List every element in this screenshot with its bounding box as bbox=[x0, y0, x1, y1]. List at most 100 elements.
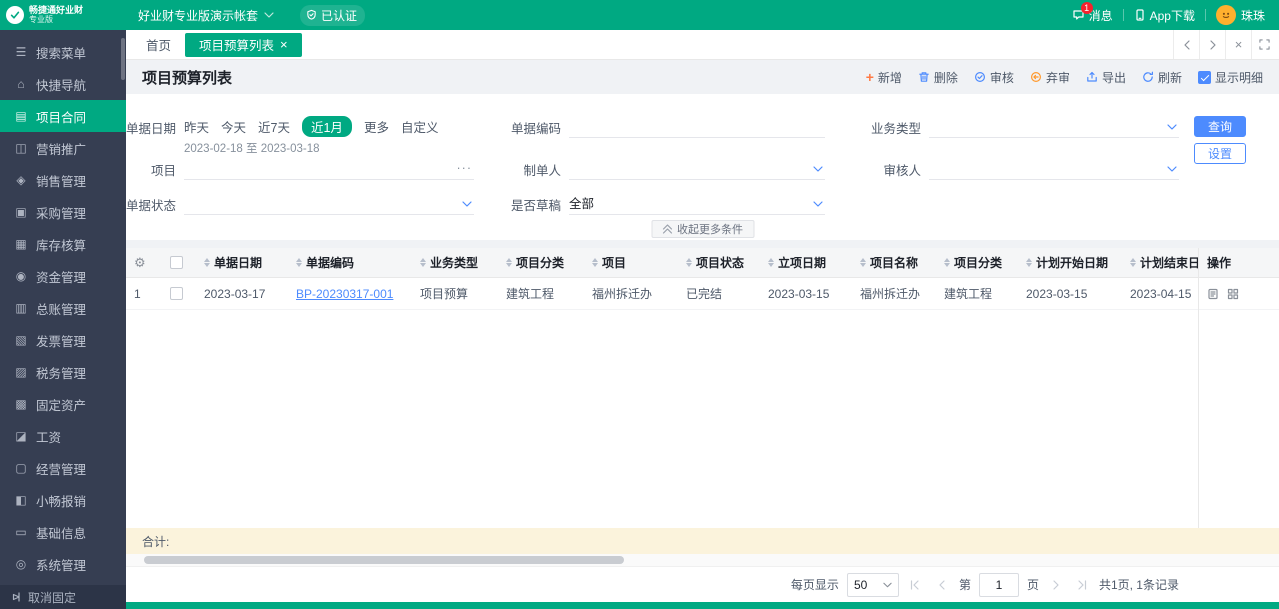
sort-icon[interactable] bbox=[944, 258, 950, 267]
sidebar-item-fixed-assets[interactable]: ▩ 固定资产 bbox=[0, 388, 126, 420]
export-button[interactable]: 导出 bbox=[1086, 69, 1126, 86]
col-plan-start[interactable]: 计划开始日期 bbox=[1018, 254, 1122, 271]
sidebar-item-sales[interactable]: ◈ 销售管理 bbox=[0, 164, 126, 196]
unaudit-button[interactable]: 弃审 bbox=[1030, 69, 1070, 86]
sidebar-item-marketing[interactable]: ◫ 营销推广 bbox=[0, 132, 126, 164]
tab-scroll-right-button[interactable] bbox=[1199, 30, 1225, 59]
sidebar-item-reimburse[interactable]: ◧ 小畅报销 bbox=[0, 484, 126, 516]
ellipsis-picker-icon[interactable]: ··· bbox=[457, 161, 473, 175]
col-proj-status[interactable]: 项目状态 bbox=[678, 254, 760, 271]
sort-icon[interactable] bbox=[204, 258, 210, 267]
scrollbar-thumb[interactable] bbox=[144, 556, 624, 564]
biz-type-select[interactable] bbox=[929, 114, 1179, 138]
column-settings-button[interactable]: ⚙ bbox=[126, 255, 162, 271]
show-detail-checkbox[interactable] bbox=[1197, 70, 1211, 84]
date-option-1month[interactable]: 近1月 bbox=[301, 116, 352, 137]
sidebar-item-project-contract[interactable]: ▤ 项目合同 bbox=[0, 100, 126, 132]
sort-icon[interactable] bbox=[296, 258, 302, 267]
date-option-more[interactable]: 更多 bbox=[364, 117, 389, 136]
row-checkbox[interactable] bbox=[170, 287, 183, 300]
doc-code-link[interactable]: BP-20230317-001 bbox=[296, 287, 393, 301]
sidebar-item-purchase[interactable]: ▣ 采购管理 bbox=[0, 196, 126, 228]
audit-button[interactable]: 审核 bbox=[974, 69, 1014, 86]
show-detail-toggle[interactable]: 显示明细 bbox=[1197, 69, 1263, 86]
sort-icon[interactable] bbox=[506, 258, 512, 267]
user-menu[interactable]: 珠珠 bbox=[1215, 5, 1265, 25]
close-all-tabs-button[interactable]: × bbox=[1225, 30, 1251, 59]
col-proj-class-2[interactable]: 项目分类 bbox=[936, 254, 1018, 271]
home-icon: ⌂ bbox=[17, 77, 25, 91]
refresh-button[interactable]: 刷新 bbox=[1142, 69, 1182, 86]
fullscreen-icon[interactable] bbox=[1251, 30, 1277, 59]
sidebar-item-inventory[interactable]: ▦ 库存核算 bbox=[0, 228, 126, 260]
table-row[interactable]: 1 2023-03-17 BP-20230317-001 项目预算 建筑工程 福… bbox=[126, 278, 1279, 310]
col-biz-type[interactable]: 业务类型 bbox=[412, 254, 498, 271]
sidebar-item-funds[interactable]: ◉ 资金管理 bbox=[0, 260, 126, 292]
sort-icon[interactable] bbox=[1026, 258, 1032, 267]
tab-home[interactable]: 首页 bbox=[132, 33, 185, 57]
date-option-7days[interactable]: 近7天 bbox=[258, 117, 290, 136]
sort-icon[interactable] bbox=[686, 258, 692, 267]
next-page-button[interactable] bbox=[1047, 576, 1065, 594]
col-proj-class[interactable]: 项目分类 bbox=[498, 254, 584, 271]
sort-icon[interactable] bbox=[860, 258, 866, 267]
date-option-today[interactable]: 今天 bbox=[221, 117, 246, 136]
col-proj-name[interactable]: 项目名称 bbox=[852, 254, 936, 271]
sidebar-item-label: 发票管理 bbox=[36, 334, 87, 349]
tab-scroll-left-button[interactable] bbox=[1173, 30, 1199, 59]
sort-icon[interactable] bbox=[592, 258, 598, 267]
doc-status-select[interactable] bbox=[184, 191, 474, 215]
col-doc-code[interactable]: 单据编码 bbox=[288, 254, 412, 271]
per-page-value: 50 bbox=[853, 577, 868, 592]
row-related-icon[interactable] bbox=[1227, 288, 1239, 300]
title-bar: 项目预算列表 + 新增 删除 审核 弃审 导出 刷新 显示明细 bbox=[126, 60, 1279, 94]
last-page-button[interactable] bbox=[1073, 576, 1091, 594]
app-download-button[interactable]: App下载 bbox=[1134, 7, 1195, 24]
sidebar-item-tax[interactable]: ▨ 税务管理 bbox=[0, 356, 126, 388]
unpin-label: 取消固定 bbox=[28, 590, 77, 605]
sort-icon[interactable] bbox=[420, 258, 426, 267]
sort-icon[interactable] bbox=[1130, 258, 1136, 267]
per-page-select[interactable]: 50 bbox=[846, 572, 899, 597]
unpin-button[interactable]: 取消固定 bbox=[0, 585, 126, 609]
collapse-filters-button[interactable]: 收起更多条件 bbox=[651, 220, 754, 238]
col-plan-end[interactable]: 计划结束日期 bbox=[1122, 254, 1199, 271]
creator-label: 制单人 bbox=[523, 164, 561, 178]
verified-badge: 已认证 bbox=[300, 4, 366, 26]
col-setup-date[interactable]: 立项日期 bbox=[760, 254, 852, 271]
delete-button[interactable]: 删除 bbox=[918, 69, 958, 86]
sidebar-item-operations[interactable]: ▢ 经营管理 bbox=[0, 452, 126, 484]
close-icon[interactable]: × bbox=[280, 38, 288, 51]
sidebar-item-ledger[interactable]: ▥ 总账管理 bbox=[0, 292, 126, 324]
query-button[interactable]: 查询 bbox=[1194, 116, 1246, 137]
messages-button[interactable]: 1 消息 bbox=[1072, 2, 1113, 24]
settings-button[interactable]: 设置 bbox=[1194, 143, 1246, 164]
sidebar-item-payroll[interactable]: ◪ 工资 bbox=[0, 420, 126, 452]
col-project[interactable]: 项目 bbox=[584, 254, 678, 271]
sort-icon[interactable] bbox=[768, 258, 774, 267]
col-doc-date[interactable]: 单据日期 bbox=[196, 254, 288, 271]
sidebar-scrollbar[interactable] bbox=[121, 38, 125, 80]
date-option-yesterday[interactable]: 昨天 bbox=[184, 117, 209, 136]
sidebar-item-quick-nav[interactable]: ⌂ 快捷导航 bbox=[0, 68, 126, 100]
total-row: 合计: bbox=[126, 528, 1279, 554]
first-page-button[interactable] bbox=[907, 576, 925, 594]
sidebar-item-base-info[interactable]: ▭ 基础信息 bbox=[0, 516, 126, 548]
creator-select[interactable] bbox=[569, 156, 825, 180]
doc-code-input[interactable] bbox=[569, 114, 825, 138]
account-switcher[interactable]: 好业财专业版演示帐套 bbox=[138, 7, 274, 24]
avatar bbox=[1215, 5, 1236, 25]
row-detail-icon[interactable] bbox=[1207, 288, 1219, 300]
select-all-checkbox[interactable] bbox=[170, 256, 183, 269]
draft-select[interactable]: 全部 bbox=[569, 191, 825, 215]
sidebar-item-invoice[interactable]: ▧ 发票管理 bbox=[0, 324, 126, 356]
project-picker[interactable]: ··· bbox=[184, 156, 474, 180]
prev-page-button[interactable] bbox=[933, 576, 951, 594]
auditor-select[interactable] bbox=[929, 156, 1179, 180]
add-button[interactable]: + 新增 bbox=[866, 69, 902, 86]
sidebar-item-search-menu[interactable]: ☰ 搜索菜单 bbox=[0, 36, 126, 68]
page-number-input[interactable] bbox=[978, 572, 1019, 597]
tab-project-budget-list[interactable]: 项目预算列表 × bbox=[185, 32, 302, 57]
date-option-custom[interactable]: 自定义 bbox=[401, 117, 439, 136]
sidebar-item-system[interactable]: ◎ 系统管理 bbox=[0, 548, 126, 580]
